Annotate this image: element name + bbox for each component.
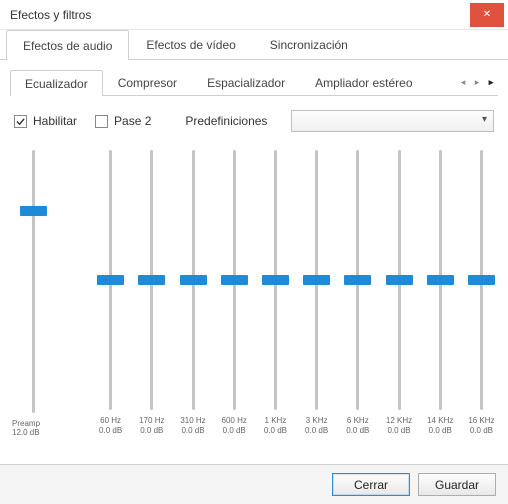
band-label: 3 KHz0.0 dB xyxy=(305,416,328,438)
tab-sync[interactable]: Sincronización xyxy=(253,30,365,59)
band-slider[interactable] xyxy=(315,150,318,410)
chevron-right-icon[interactable]: ▸ xyxy=(486,77,496,88)
eq-band: 6 KHz0.0 dB xyxy=(343,146,372,438)
chevron-left-icon[interactable]: ◂ xyxy=(458,77,468,88)
eq-band: 60 Hz0.0 dB xyxy=(96,146,125,438)
eq-band: 1 KHz0.0 dB xyxy=(261,146,290,438)
band-label: 12 KHz0.0 dB xyxy=(386,416,412,438)
preamp-label: Preamp 12.0 dB xyxy=(12,419,54,438)
subtab-spatializer[interactable]: Espacializador xyxy=(192,70,300,95)
band-slider[interactable] xyxy=(398,150,401,410)
band-label: 310 Hz0.0 dB xyxy=(180,416,205,438)
close-window-button[interactable]: ✕ xyxy=(470,3,504,27)
slider-thumb[interactable] xyxy=(221,275,248,285)
slider-thumb[interactable] xyxy=(468,275,495,285)
tab-label: Efectos de vídeo xyxy=(146,38,235,52)
sub-tab-bar: Ecualizador Compresor Espacializador Amp… xyxy=(10,70,498,96)
enable-checkbox[interactable]: Habilitar xyxy=(14,114,77,128)
subtab-label: Ampliador estéreo xyxy=(315,76,412,90)
subtab-scroll: ◂ ▸ ▸ xyxy=(458,70,498,95)
preamp-value: 12.0 dB xyxy=(12,428,54,438)
slider-thumb[interactable] xyxy=(97,275,124,285)
band-slider[interactable] xyxy=(192,150,195,410)
enable-label: Habilitar xyxy=(33,114,77,128)
eq-band: 16 KHz0.0 dB xyxy=(467,146,496,438)
subtab-stereo-widener[interactable]: Ampliador estéreo xyxy=(300,70,427,95)
tab-label: Sincronización xyxy=(270,38,348,52)
save-button[interactable]: Guardar xyxy=(418,473,496,496)
band-label: 1 KHz0.0 dB xyxy=(264,416,287,438)
tab-video-effects[interactable]: Efectos de vídeo xyxy=(129,30,252,59)
band-label: 16 KHz0.0 dB xyxy=(468,416,494,438)
titlebar: Efectos y filtros ✕ xyxy=(0,0,508,30)
preset-select[interactable] xyxy=(291,110,494,132)
subtab-equalizer[interactable]: Ecualizador xyxy=(10,70,103,96)
band-label: 170 Hz0.0 dB xyxy=(139,416,164,438)
preamp-slider[interactable] xyxy=(32,150,35,413)
eq-band: 12 KHz0.0 dB xyxy=(384,146,413,438)
checkbox-box xyxy=(95,115,108,128)
eq-band: 3 KHz0.0 dB xyxy=(302,146,331,438)
eq-band: 600 Hz0.0 dB xyxy=(220,146,249,438)
band-slider[interactable] xyxy=(233,150,236,410)
slider-thumb[interactable] xyxy=(180,275,207,285)
subtab-label: Compresor xyxy=(118,76,177,90)
window-title: Efectos y filtros xyxy=(10,8,470,22)
close-button[interactable]: Cerrar xyxy=(332,473,410,496)
band-label: 14 KHz0.0 dB xyxy=(427,416,453,438)
preamp-name: Preamp xyxy=(12,419,54,429)
content-area: Ecualizador Compresor Espacializador Amp… xyxy=(0,60,508,438)
slider-thumb[interactable] xyxy=(427,275,454,285)
slider-thumb[interactable] xyxy=(138,275,165,285)
check-icon xyxy=(16,117,25,126)
eq-band: 170 Hz0.0 dB xyxy=(137,146,166,438)
slider-thumb[interactable] xyxy=(20,206,47,216)
button-label: Cerrar xyxy=(354,478,388,492)
footer: Cerrar Guardar xyxy=(0,464,508,504)
slider-thumb[interactable] xyxy=(303,275,330,285)
band-slider[interactable] xyxy=(480,150,483,410)
eq-controls-row: Habilitar Pase 2 Predefiniciones xyxy=(10,96,498,140)
preset-label: Predefiniciones xyxy=(185,114,267,128)
slider-thumb[interactable] xyxy=(386,275,413,285)
main-tab-bar: Efectos de audio Efectos de vídeo Sincro… xyxy=(0,30,508,60)
eq-band: 310 Hz0.0 dB xyxy=(178,146,207,438)
equalizer-area: Preamp 12.0 dB 60 Hz0.0 dB 170 Hz0.0 dB … xyxy=(10,140,498,438)
preamp-column: Preamp 12.0 dB xyxy=(12,146,54,438)
band-slider[interactable] xyxy=(439,150,442,410)
subtab-label: Espacializador xyxy=(207,76,285,90)
spacer xyxy=(66,146,84,438)
slider-thumb[interactable] xyxy=(262,275,289,285)
subtab-label: Ecualizador xyxy=(25,77,88,91)
band-label: 60 Hz0.0 dB xyxy=(99,416,122,438)
slider-thumb[interactable] xyxy=(344,275,371,285)
chevron-right-icon-light[interactable]: ▸ xyxy=(472,77,482,88)
band-slider[interactable] xyxy=(274,150,277,410)
band-slider[interactable] xyxy=(109,150,112,410)
band-slider[interactable] xyxy=(356,150,359,410)
pass2-label: Pase 2 xyxy=(114,114,151,128)
checkbox-box xyxy=(14,115,27,128)
band-slider[interactable] xyxy=(150,150,153,410)
subtab-compressor[interactable]: Compresor xyxy=(103,70,192,95)
tab-label: Efectos de audio xyxy=(23,39,112,53)
button-label: Guardar xyxy=(435,478,479,492)
band-label: 600 Hz0.0 dB xyxy=(222,416,247,438)
pass2-checkbox[interactable]: Pase 2 xyxy=(95,114,151,128)
close-icon: ✕ xyxy=(483,9,491,20)
eq-band: 14 KHz0.0 dB xyxy=(426,146,455,438)
tab-audio-effects[interactable]: Efectos de audio xyxy=(6,30,129,60)
band-label: 6 KHz0.0 dB xyxy=(346,416,369,438)
